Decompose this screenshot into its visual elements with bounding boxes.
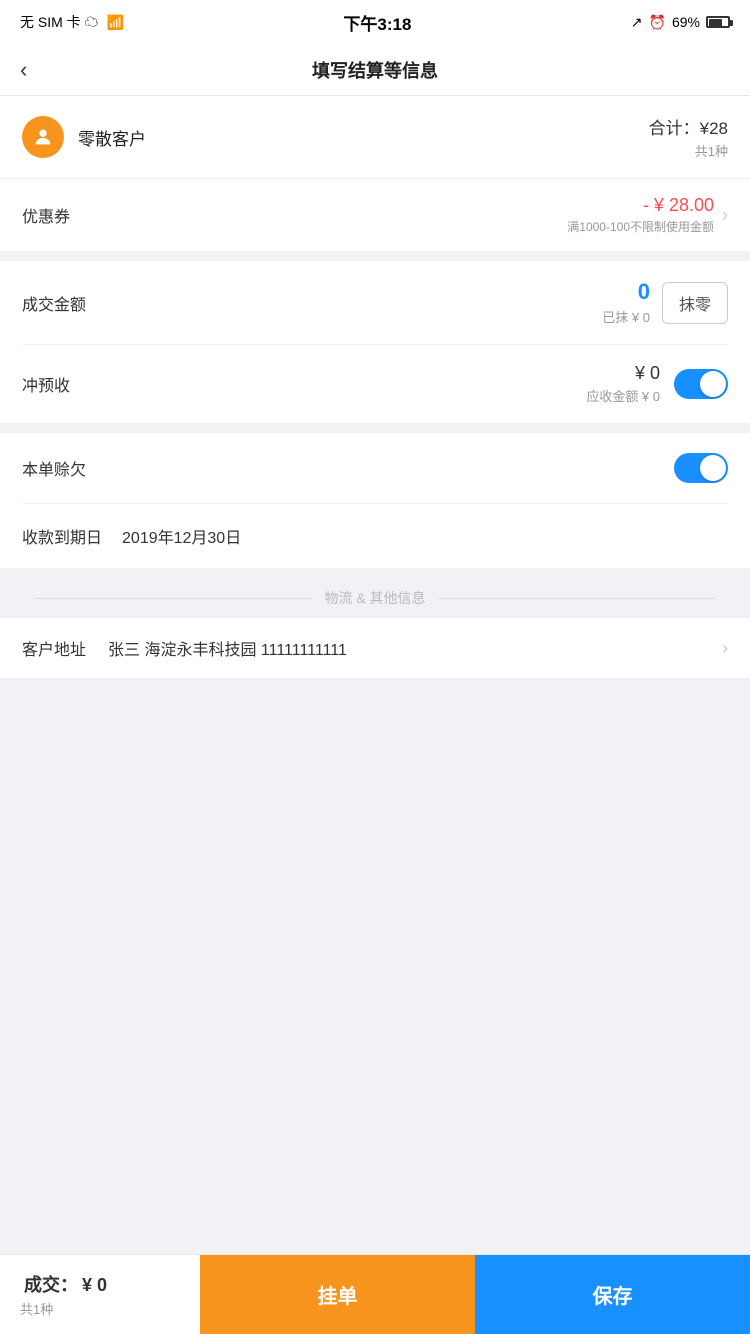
round-off-button[interactable]: 抹零 bbox=[662, 282, 728, 324]
due-date-label: 收款到期日 bbox=[22, 524, 102, 548]
deal-value: 0 bbox=[602, 279, 650, 305]
address-value: 张三 海淀永丰科技园 11111111111 bbox=[108, 636, 722, 660]
due-date-row: 收款到期日 2019年12月30日 bbox=[22, 504, 728, 568]
credit-label: 本单赊欠 bbox=[22, 456, 86, 480]
status-bar: 无 SIM 卡 ☁ 📶 下午3:18 ↗ ⏰ 69% bbox=[0, 0, 750, 44]
avatar bbox=[22, 116, 64, 158]
divider-line-left bbox=[34, 598, 312, 599]
deal-right: 0 已抹 ¥ 0 抹零 bbox=[602, 279, 728, 326]
page-title: 填写结算等信息 bbox=[312, 57, 438, 83]
due-date-value: 2019年12月30日 bbox=[122, 524, 241, 548]
alarm-icon: ⏰ bbox=[649, 14, 666, 31]
bottom-deal-value: ¥ 0 bbox=[82, 1275, 107, 1295]
battery-percent: 69% bbox=[672, 14, 700, 30]
back-button[interactable]: ‹ bbox=[20, 53, 35, 87]
customer-left: 零散客户 bbox=[22, 116, 146, 158]
prereceive-row: 冲预收 ¥ 0 应收金额 ¥ 0 bbox=[22, 345, 728, 423]
prereceive-value-col: ¥ 0 应收金额 ¥ 0 bbox=[586, 363, 660, 405]
credit-row: 本单赊欠 bbox=[22, 433, 728, 504]
coupon-label: 优惠券 bbox=[22, 203, 70, 227]
bottom-summary: 成交：¥ 0 共1种 bbox=[0, 1271, 200, 1318]
address-label: 客户地址 bbox=[22, 636, 92, 660]
save-button[interactable]: 保存 bbox=[475, 1255, 750, 1334]
credit-toggle[interactable] bbox=[674, 453, 728, 483]
chevron-right-icon: › bbox=[722, 205, 728, 226]
toggle-knob bbox=[700, 371, 726, 397]
deal-amount-row: 成交金额 0 已抹 ¥ 0 抹零 bbox=[22, 261, 728, 345]
credit-section: 本单赊欠 收款到期日 2019年12月30日 bbox=[0, 433, 750, 568]
customer-coupon-card: 零散客户 合计：¥28 共1种 优惠券 - ¥ 28.00 满1000-100不… bbox=[0, 96, 750, 251]
prereceive-sub: 应收金额 ¥ 0 bbox=[586, 386, 660, 405]
customer-right: 合计：¥28 共1种 bbox=[649, 114, 728, 160]
deal-value-col: 0 已抹 ¥ 0 bbox=[602, 279, 650, 326]
logistics-divider-text: 物流 & 其他信息 bbox=[324, 588, 425, 608]
coupon-right: - ¥ 28.00 满1000-100不限制使用金额 › bbox=[567, 195, 728, 235]
wifi-icon: 📶 bbox=[107, 14, 124, 31]
customer-name: 零散客户 bbox=[78, 125, 146, 150]
total-amount: 合计：¥28 bbox=[649, 114, 728, 139]
coupon-right-inner: - ¥ 28.00 满1000-100不限制使用金额 bbox=[567, 195, 714, 235]
customer-row: 零散客户 合计：¥28 共1种 bbox=[0, 96, 750, 178]
coupon-desc: 满1000-100不限制使用金额 bbox=[567, 218, 714, 235]
coupon-amount: - ¥ 28.00 bbox=[567, 195, 714, 216]
battery-icon bbox=[706, 16, 730, 28]
total-count: 共1种 bbox=[649, 141, 728, 160]
bottom-count: 共1种 bbox=[20, 1299, 180, 1318]
nav-bar: ‹ 填写结算等信息 bbox=[0, 44, 750, 96]
content: 零散客户 合计：¥28 共1种 优惠券 - ¥ 28.00 满1000-100不… bbox=[0, 96, 750, 778]
credit-toggle-knob bbox=[700, 455, 726, 481]
bottom-deal-label: 成交：¥ 0 bbox=[20, 1271, 180, 1297]
status-left: 无 SIM 卡 ☁ 📶 bbox=[20, 12, 124, 32]
no-sim-label: 无 SIM 卡 ☁ bbox=[20, 12, 99, 32]
deal-section: 成交金额 0 已抹 ¥ 0 抹零 冲预收 ¥ 0 应收金额 ¥ 0 bbox=[0, 261, 750, 423]
location-icon: ↗ bbox=[631, 14, 643, 31]
logistics-divider: 物流 & 其他信息 bbox=[0, 578, 750, 618]
address-chevron-icon: › bbox=[722, 638, 728, 659]
deal-sub: 已抹 ¥ 0 bbox=[602, 307, 650, 326]
hold-order-button[interactable]: 挂单 bbox=[200, 1255, 475, 1334]
status-time: 下午3:18 bbox=[343, 10, 411, 35]
coupon-row[interactable]: 优惠券 - ¥ 28.00 满1000-100不限制使用金额 › bbox=[0, 178, 750, 251]
deal-amount-label: 成交金额 bbox=[22, 291, 86, 315]
prereceive-label: 冲预收 bbox=[22, 372, 70, 396]
bottom-buttons: 挂单 保存 bbox=[200, 1255, 750, 1334]
address-section[interactable]: 客户地址 张三 海淀永丰科技园 11111111111 › bbox=[0, 618, 750, 678]
bottom-bar: 成交：¥ 0 共1种 挂单 保存 bbox=[0, 1254, 750, 1334]
prereceive-toggle[interactable] bbox=[674, 369, 728, 399]
divider-line-right bbox=[438, 598, 716, 599]
status-right: ↗ ⏰ 69% bbox=[631, 14, 730, 31]
prereceive-right: ¥ 0 应收金额 ¥ 0 bbox=[586, 363, 728, 405]
prereceive-amount: ¥ 0 bbox=[586, 363, 660, 384]
